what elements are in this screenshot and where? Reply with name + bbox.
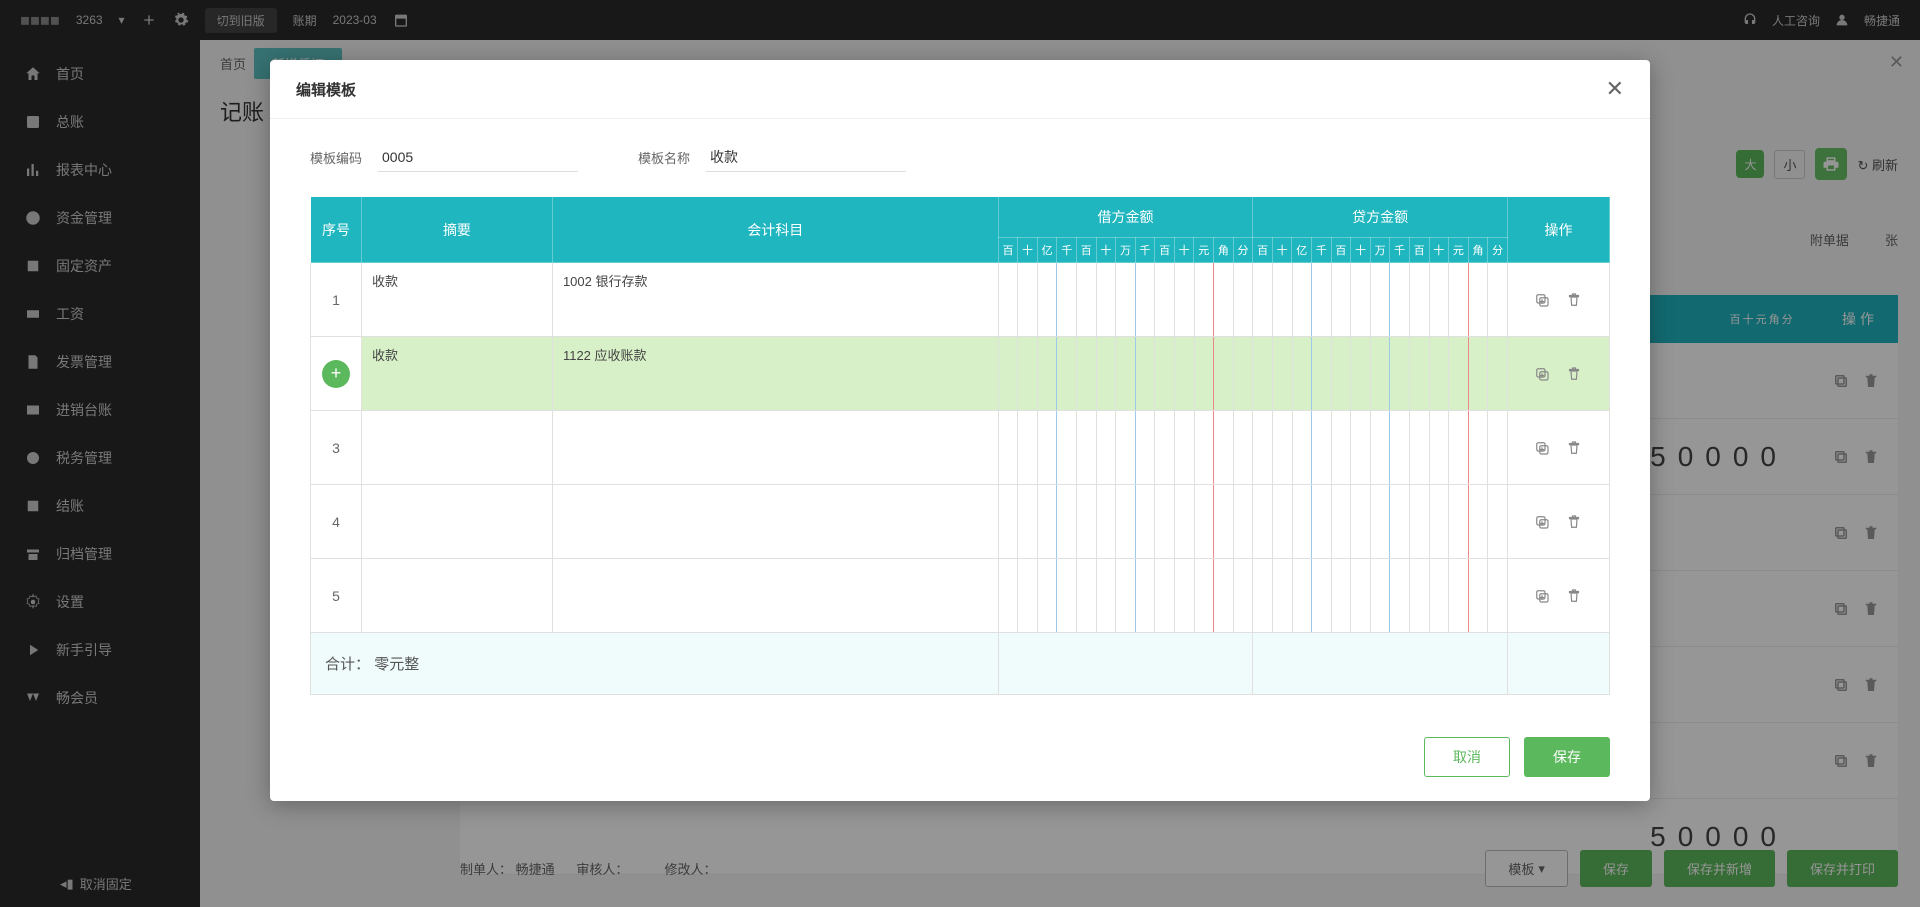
modal-title: 编辑模板 — [296, 79, 356, 100]
debit-cell[interactable] — [998, 337, 1253, 411]
modal-overlay: 编辑模板 ✕ 模板编码 模板名称 序号 摘要 会计科目 — [0, 0, 1920, 907]
cancel-button[interactable]: 取消 — [1424, 737, 1510, 777]
trash-icon[interactable] — [1565, 291, 1583, 309]
copy-icon[interactable] — [1533, 439, 1551, 457]
summary-cell[interactable]: 收款 — [361, 337, 552, 411]
unit-cell: 十 — [1429, 238, 1449, 263]
unit-cell: 千 — [1312, 238, 1332, 263]
th-summary: 摘要 — [361, 197, 552, 263]
unit-cell: 分 — [1233, 238, 1253, 263]
trash-icon[interactable] — [1565, 587, 1583, 605]
unit-cell: 百 — [1253, 238, 1273, 263]
debit-cell[interactable] — [998, 559, 1253, 633]
unit-cell: 元 — [1449, 238, 1469, 263]
unit-cell: 千 — [1057, 238, 1077, 263]
unit-cell: 角 — [1214, 238, 1234, 263]
table-row[interactable]: 1收款1002 银行存款 — [311, 263, 1610, 337]
edit-template-modal: 编辑模板 ✕ 模板编码 模板名称 序号 摘要 会计科目 — [270, 60, 1650, 801]
unit-cell: 十 — [1351, 238, 1371, 263]
template-code-input[interactable] — [378, 143, 578, 172]
th-op: 操作 — [1507, 197, 1609, 263]
seq-cell: 3 — [311, 411, 362, 485]
seq-cell: 1 — [311, 263, 362, 337]
subject-cell[interactable] — [552, 559, 998, 633]
subject-cell[interactable] — [552, 411, 998, 485]
unit-cell: 万 — [1116, 238, 1136, 263]
template-table: 序号 摘要 会计科目 借方金额 贷方金额 操作 百十亿千百十万千百十元角分 百十… — [310, 196, 1610, 695]
total-debit — [998, 633, 1253, 695]
th-credit: 贷方金额 — [1253, 197, 1508, 238]
debit-cell[interactable] — [998, 485, 1253, 559]
total-op — [1507, 633, 1609, 695]
unit-cell: 百 — [1409, 238, 1429, 263]
subject-cell[interactable]: 1002 银行存款 — [552, 263, 998, 337]
table-row[interactable]: 5 — [311, 559, 1610, 633]
summary-cell[interactable] — [361, 485, 552, 559]
add-row-button[interactable]: + — [322, 360, 350, 388]
unit-cell: 十 — [1096, 238, 1116, 263]
trash-icon[interactable] — [1565, 439, 1583, 457]
save-button[interactable]: 保存 — [1524, 737, 1610, 777]
credit-cell[interactable] — [1253, 411, 1508, 485]
debit-cell[interactable] — [998, 411, 1253, 485]
template-name-input[interactable] — [706, 143, 906, 172]
summary-cell[interactable] — [361, 559, 552, 633]
unit-cell: 十 — [1272, 238, 1292, 263]
unit-cell: 千 — [1135, 238, 1155, 263]
seq-cell: + — [311, 337, 362, 411]
unit-cell: 千 — [1390, 238, 1410, 263]
table-row[interactable]: 4 — [311, 485, 1610, 559]
op-cell — [1507, 263, 1609, 337]
unit-cell: 百 — [1077, 238, 1097, 263]
unit-cell: 亿 — [1292, 238, 1312, 263]
credit-cell[interactable] — [1253, 337, 1508, 411]
op-cell — [1507, 337, 1609, 411]
template-code-label: 模板编码 — [310, 148, 362, 167]
credit-cell[interactable] — [1253, 485, 1508, 559]
summary-cell[interactable] — [361, 411, 552, 485]
th-seq: 序号 — [311, 197, 362, 263]
unit-cell: 百 — [998, 238, 1018, 263]
table-row[interactable]: + 收款1122 应收账款 — [311, 337, 1610, 411]
total-text: 零元整 — [374, 656, 419, 673]
copy-icon[interactable] — [1533, 365, 1551, 383]
seq-cell: 4 — [311, 485, 362, 559]
unit-cell: 百 — [1155, 238, 1175, 263]
summary-cell[interactable]: 收款 — [361, 263, 552, 337]
unit-cell: 亿 — [1037, 238, 1057, 263]
th-debit: 借方金额 — [998, 197, 1253, 238]
unit-cell: 十 — [1018, 238, 1038, 263]
op-cell — [1507, 411, 1609, 485]
unit-cell: 元 — [1194, 238, 1214, 263]
unit-cell: 百 — [1331, 238, 1351, 263]
th-subject: 会计科目 — [552, 197, 998, 263]
total-label: 合计： — [325, 656, 370, 673]
modal-close-button[interactable]: ✕ — [1606, 78, 1624, 100]
copy-icon[interactable] — [1533, 291, 1551, 309]
seq-cell: 5 — [311, 559, 362, 633]
unit-cell: 分 — [1488, 238, 1508, 263]
unit-cell: 十 — [1174, 238, 1194, 263]
trash-icon[interactable] — [1565, 365, 1583, 383]
debit-cell[interactable] — [998, 263, 1253, 337]
trash-icon[interactable] — [1565, 513, 1583, 531]
unit-cell: 角 — [1468, 238, 1488, 263]
subject-cell[interactable] — [552, 485, 998, 559]
total-cell: 合计： 零元整 — [311, 633, 999, 695]
credit-cell[interactable] — [1253, 559, 1508, 633]
op-cell — [1507, 559, 1609, 633]
copy-icon[interactable] — [1533, 513, 1551, 531]
op-cell — [1507, 485, 1609, 559]
copy-icon[interactable] — [1533, 587, 1551, 605]
unit-cell: 万 — [1370, 238, 1390, 263]
subject-cell[interactable]: 1122 应收账款 — [552, 337, 998, 411]
total-credit — [1253, 633, 1508, 695]
credit-cell[interactable] — [1253, 263, 1508, 337]
template-name-label: 模板名称 — [638, 148, 690, 167]
table-row[interactable]: 3 — [311, 411, 1610, 485]
